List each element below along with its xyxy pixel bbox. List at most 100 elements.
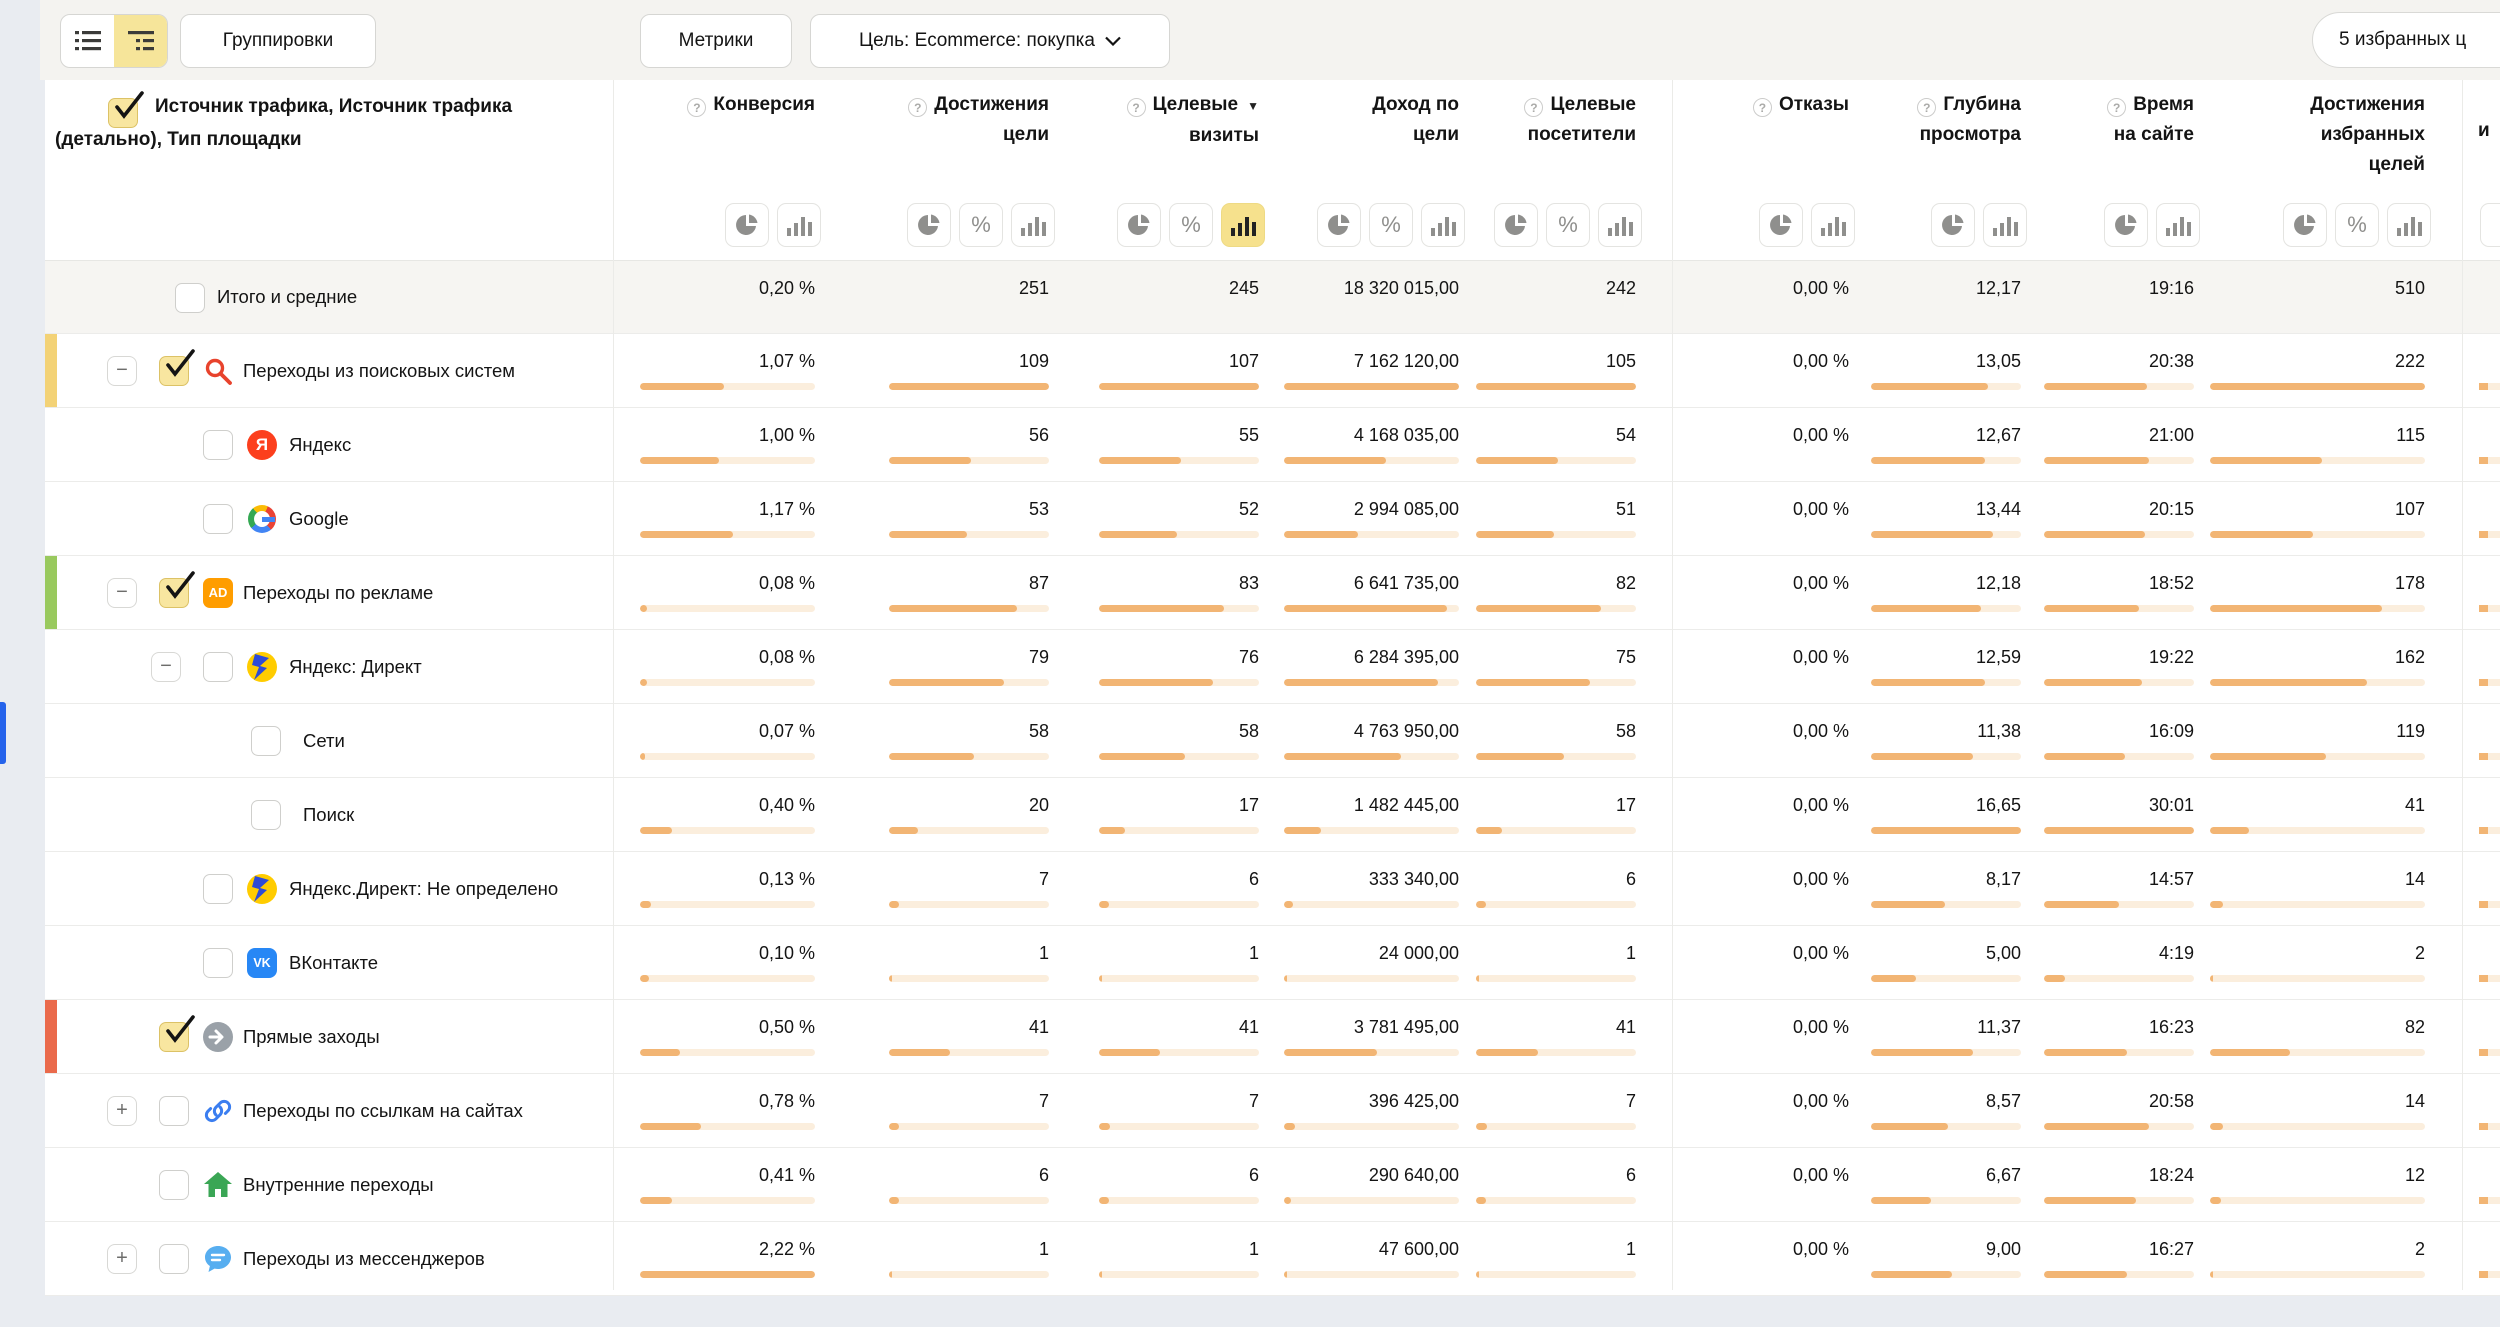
column-label[interactable]: Достижения — [2310, 94, 2425, 115]
row-checkbox[interactable] — [203, 652, 233, 682]
clipped-metric-button[interactable] — [2480, 203, 2500, 247]
page-depth-bar-view-button[interactable] — [1983, 203, 2027, 247]
table-row[interactable]: Внутренние переходы 0,41 % 6 6 290 640,00 6 0,… — [45, 1148, 2500, 1222]
column-label[interactable]: цели — [1003, 124, 1049, 145]
bounces-bar-view-button[interactable] — [1811, 203, 1855, 247]
time-on-site-bar-view-button[interactable] — [2156, 203, 2200, 247]
list-view-button[interactable] — [61, 15, 114, 67]
target-visitors-bar-view-button[interactable] — [1598, 203, 1642, 247]
conversion-bar-view-button[interactable] — [777, 203, 821, 247]
table-row[interactable]: Сети 0,07 % 58 58 4 763 950,00 58 0,00 % 11,38 1… — [45, 704, 2500, 778]
column-label[interactable]: Доход по — [1372, 94, 1459, 115]
dimension-header-line2[interactable]: (детально), Тип площадки — [55, 129, 302, 151]
table-row[interactable]: + Переходы по ссылкам на сайтах 0,78 % 7 7 39… — [45, 1074, 2500, 1148]
target-visitors-percent-view-button[interactable]: % — [1546, 203, 1590, 247]
row-label[interactable]: Поиск — [303, 778, 354, 851]
row-label[interactable]: Переходы по ссылкам на сайтах — [243, 1074, 523, 1147]
row-label[interactable]: Переходы из мессенджеров — [243, 1222, 485, 1295]
row-checkbox[interactable] — [159, 349, 195, 386]
help-icon[interactable]: ? — [2107, 98, 2127, 117]
column-label[interactable]: посетители — [1528, 124, 1636, 145]
time-on-site-pie-view-button[interactable] — [2104, 203, 2148, 247]
table-row[interactable]: − Яндекс: Директ 0,08 % 79 76 6 284 395,00 75 0… — [45, 630, 2500, 704]
table-row[interactable]: Прямые заходы 0,50 % 41 41 3 781 495,00 41 0,0… — [45, 1000, 2500, 1074]
table-row[interactable]: Итого и средние 0,20 % 251 245 18 320 015,00… — [45, 260, 2500, 334]
column-label[interactable]: просмотра — [1920, 124, 2021, 145]
row-checkbox[interactable] — [203, 874, 233, 904]
help-icon[interactable]: ? — [687, 98, 707, 117]
favorite-goal-reaches-bar-view-button[interactable] — [2387, 203, 2431, 247]
goal-revenue-percent-view-button[interactable]: % — [1369, 203, 1413, 247]
row-checkbox[interactable] — [203, 504, 233, 534]
column-label[interactable]: на сайте — [2114, 124, 2194, 145]
favorite-goal-reaches-pie-view-button[interactable] — [2283, 203, 2327, 247]
sort-desc-icon[interactable]: ▼ — [1247, 99, 1259, 113]
column-label[interactable]: Целевые — [1550, 94, 1636, 115]
target-visitors-pie-view-button[interactable] — [1494, 203, 1538, 247]
row-checkbox[interactable] — [203, 430, 233, 460]
help-icon[interactable]: ? — [908, 98, 928, 117]
dimension-header[interactable]: Источник трафика, Источник трафика — [155, 96, 512, 118]
help-icon[interactable]: ? — [1752, 98, 1772, 117]
row-checkbox[interactable] — [159, 571, 195, 608]
table-row[interactable]: + Переходы из мессенджеров 2,22 % 1 1 47 600,… — [45, 1222, 2500, 1296]
column-label[interactable]: цели — [1413, 124, 1459, 145]
help-icon[interactable]: ? — [1917, 98, 1937, 117]
table-row[interactable]: Яндекс.Директ: Не определено 0,13 % 7 6 333 … — [45, 852, 2500, 926]
table-row[interactable]: − Переходы из поисковых систем 1,07 % 109 10… — [45, 334, 2500, 408]
groupings-button[interactable]: Группировки — [180, 14, 376, 68]
collapse-button[interactable]: − — [151, 652, 181, 682]
collapse-button[interactable]: − — [107, 356, 137, 386]
row-checkbox[interactable] — [159, 1015, 195, 1052]
row-label[interactable]: Яндекс.Директ: Не определено — [289, 852, 558, 925]
goal-revenue-bar-view-button[interactable] — [1421, 203, 1465, 247]
table-row[interactable]: Поиск 0,40 % 20 17 1 482 445,00 17 0,00 % 16,65… — [45, 778, 2500, 852]
column-label[interactable]: Глубина — [1943, 94, 2021, 115]
help-icon[interactable]: ? — [1126, 98, 1146, 117]
row-checkbox[interactable] — [203, 948, 233, 978]
favorite-goals-pill[interactable]: 5 избранных ц — [2312, 12, 2500, 68]
column-label[interactable]: целей — [2369, 154, 2425, 175]
row-label[interactable]: Яндекс — [289, 408, 351, 481]
target-visits-pie-view-button[interactable] — [1117, 203, 1161, 247]
row-label[interactable]: Сети — [303, 704, 345, 777]
row-checkbox[interactable] — [159, 1096, 189, 1126]
target-visits-percent-view-button[interactable]: % — [1169, 203, 1213, 247]
row-label[interactable]: Переходы по рекламе — [243, 556, 433, 629]
row-checkbox[interactable] — [251, 800, 281, 830]
goal-revenue-pie-view-button[interactable] — [1317, 203, 1361, 247]
goal-reaches-percent-view-button[interactable]: % — [959, 203, 1003, 247]
help-icon[interactable]: ? — [1524, 98, 1544, 117]
table-row[interactable]: − AD Переходы по рекламе 0,08 % 87 83 6 641 73… — [45, 556, 2500, 630]
column-label[interactable]: визиты — [1189, 125, 1259, 146]
table-row[interactable]: Google 1,17 % 53 52 2 994 085,00 51 0,00 % 13,4… — [45, 482, 2500, 556]
column-label[interactable]: Конверсия — [713, 94, 815, 115]
collapse-button[interactable]: − — [107, 578, 137, 608]
expand-button[interactable]: + — [107, 1244, 137, 1274]
row-label[interactable]: ВКонтакте — [289, 926, 378, 999]
favorite-goal-reaches-percent-view-button[interactable]: % — [2335, 203, 2379, 247]
conversion-pie-view-button[interactable] — [725, 203, 769, 247]
expand-button[interactable]: + — [107, 1096, 137, 1126]
goal-reaches-bar-view-button[interactable] — [1011, 203, 1055, 247]
row-label[interactable]: Яндекс: Директ — [289, 630, 422, 703]
row-checkbox[interactable] — [159, 1170, 189, 1200]
bounces-pie-view-button[interactable] — [1759, 203, 1803, 247]
tree-view-button[interactable] — [114, 15, 167, 67]
column-label[interactable]: Достижения — [934, 94, 1049, 115]
column-label[interactable]: Целевые — [1153, 94, 1239, 115]
row-checkbox[interactable] — [175, 283, 205, 313]
target-visits-bar-view-button[interactable] — [1221, 203, 1265, 247]
column-label[interactable]: Время — [2133, 94, 2194, 115]
metrics-button[interactable]: Метрики — [640, 14, 792, 68]
table-row[interactable]: Я Яндекс 1,00 % 56 55 4 168 035,00 54 0,00 % 12,… — [45, 408, 2500, 482]
row-label[interactable]: Переходы из поисковых систем — [243, 334, 515, 407]
row-label[interactable]: Итого и средние — [217, 261, 357, 333]
goal-reaches-pie-view-button[interactable] — [907, 203, 951, 247]
goal-selector-button[interactable]: Цель: Ecommerce: покупка — [810, 14, 1170, 68]
column-label[interactable]: Отказы — [1779, 94, 1849, 115]
row-label[interactable]: Google — [289, 482, 349, 555]
row-label[interactable]: Внутренние переходы — [243, 1148, 434, 1221]
row-checkbox[interactable] — [159, 1244, 189, 1274]
table-row[interactable]: VK ВКонтакте 0,10 % 1 1 24 000,00 1 0,00 % 5,00 4… — [45, 926, 2500, 1000]
